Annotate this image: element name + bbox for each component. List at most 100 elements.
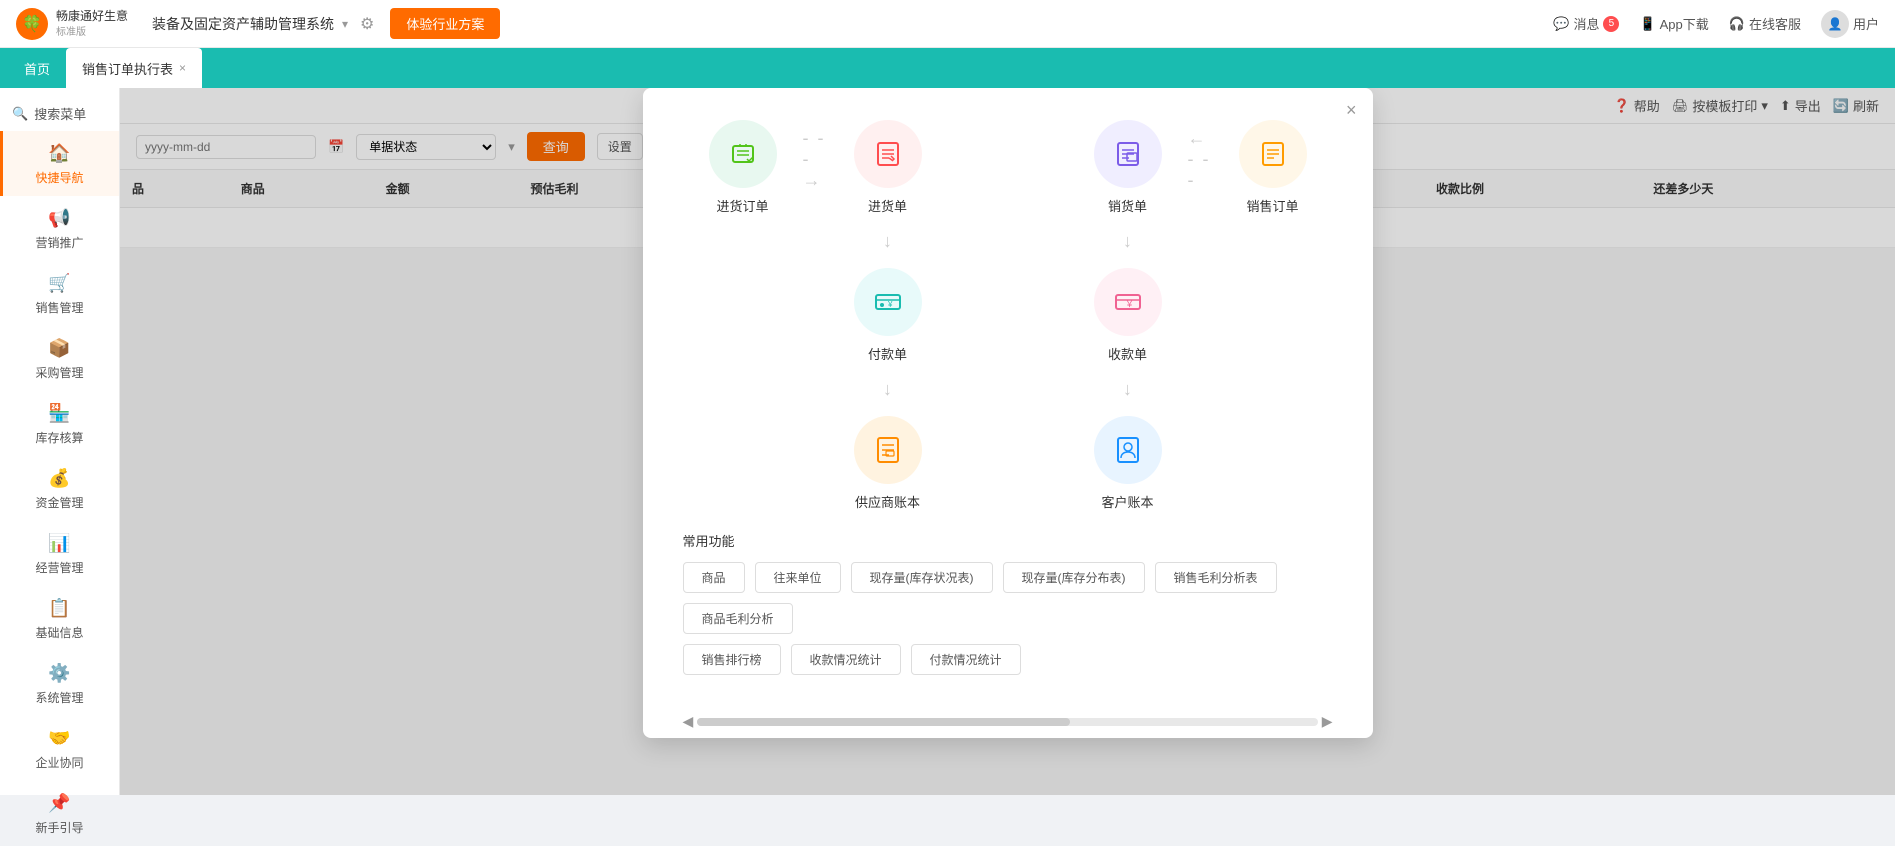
quick-nav-icon: 🏠 <box>48 141 72 165</box>
corp-icon: 🤝 <box>48 726 72 750</box>
common-btn-sales-rank[interactable]: 销售排行榜 <box>683 644 781 675</box>
sidebar: 🔍 搜索菜单 🏠 快捷导航 📢 营销推广 🛒 销售管理 📦 采购管理 🏪 库存核… <box>0 88 120 795</box>
top-header: 🍀 畅康通好生意 标准版 装备及固定资产辅助管理系统 ▾ ⚙ 体验行业方案 💬 … <box>0 0 1895 48</box>
tab-bar: 首页 销售订单执行表 × <box>0 48 1895 88</box>
sidebar-label-sales: 销售管理 <box>35 299 83 316</box>
system-icon: ⚙️ <box>48 661 72 685</box>
arrow-1: - - - → <box>803 128 828 215</box>
gear-icon[interactable]: ⚙ <box>360 14 374 34</box>
sales-bill-label: 销货单 <box>1108 196 1147 215</box>
message-icon: 💬 <box>1553 16 1569 32</box>
marketing-icon: 📢 <box>48 206 72 230</box>
sidebar-item-basic[interactable]: 📋 基础信息 <box>0 586 119 651</box>
online-service-button[interactable]: 🎧 在线客服 <box>1729 14 1801 33</box>
customer-account-icon <box>1094 416 1162 484</box>
common-btn-payment-stats[interactable]: 付款情况统计 <box>911 644 1021 675</box>
scroll-left-icon[interactable]: ◀ <box>683 713 694 730</box>
flow-node-purchase-bill[interactable]: 进货单 <box>828 120 948 215</box>
sidebar-item-newbie[interactable]: 📌 新手引导 <box>0 781 119 846</box>
tab-home[interactable]: 首页 <box>8 48 66 88</box>
message-label: 消息 <box>1573 14 1599 33</box>
sidebar-label-system: 系统管理 <box>35 689 83 706</box>
modal-scrollbar: ◀ ▶ <box>643 705 1373 738</box>
user-area[interactable]: 👤 用户 <box>1821 10 1879 38</box>
quick-nav-modal: × 进货订单 - - - → <box>643 88 1373 738</box>
scroll-right-icon[interactable]: ▶ <box>1322 713 1333 730</box>
flow-node-supplier-account[interactable]: 供应商账本 <box>828 416 948 511</box>
down-arrow-sales: ↓ <box>1068 231 1188 252</box>
search-menu-button[interactable]: 🔍 搜索菜单 <box>0 96 119 131</box>
common-btn-sales-margin[interactable]: 销售毛利分析表 <box>1155 562 1277 593</box>
tab-close-icon[interactable]: × <box>179 61 186 75</box>
flow-node-receipt[interactable]: ￥ 收款单 <box>1068 268 1188 363</box>
flow-node-customer-account[interactable]: 客户账本 <box>1068 416 1188 511</box>
sidebar-label-newbie: 新手引导 <box>35 819 83 836</box>
flow-node-sales-bill[interactable]: 销货单 <box>1068 120 1188 215</box>
content-area: ❓ 帮助 🖨 按模板打印 ▾ ⬆ 导出 🔄 刷新 📅 单据状态 <box>120 88 1895 795</box>
search-icon: 🔍 <box>12 106 28 122</box>
tab-home-label: 首页 <box>24 59 50 78</box>
common-buttons-row-1: 商品 往来单位 现存量(库存状况表) 现存量(库存分布表) 销售毛利分析表 商品… <box>683 562 1333 634</box>
down-arrows-row-2: ↓ ↓ <box>683 379 1333 400</box>
avatar: 👤 <box>1821 10 1849 38</box>
service-icon: 🎧 <box>1729 16 1745 32</box>
common-btn-product-margin[interactable]: 商品毛利分析 <box>683 603 793 634</box>
receipt-icon: ￥ <box>1094 268 1162 336</box>
common-btn-stock-status[interactable]: 现存量(库存状况表) <box>851 562 993 593</box>
payment-label: 付款单 <box>868 344 907 363</box>
common-btn-stock-dist[interactable]: 现存量(库存分布表) <box>1003 562 1145 593</box>
flow-node-payment[interactable]: ¥ 付款单 <box>828 268 948 363</box>
app-icon: 📱 <box>1639 16 1655 32</box>
sidebar-item-marketing[interactable]: 📢 营销推广 <box>0 196 119 261</box>
sidebar-item-operations[interactable]: 📊 经营管理 <box>0 521 119 586</box>
sales-bill-icon <box>1094 120 1162 188</box>
sidebar-label-operations: 经营管理 <box>35 559 83 576</box>
flow-node-purchase-order[interactable]: 进货订单 <box>683 120 803 215</box>
logo-icon: 🍀 <box>16 8 48 40</box>
purchase-bill-label: 进货单 <box>868 196 907 215</box>
scrollbar-thumb <box>697 718 1069 726</box>
sidebar-item-inventory[interactable]: 🏪 库存核算 <box>0 391 119 456</box>
common-btn-receipt-stats[interactable]: 收款情况统计 <box>791 644 901 675</box>
down-arrow-payment: ↓ <box>828 379 948 400</box>
app-download-button[interactable]: 📱 App下载 <box>1639 14 1708 33</box>
system-name: 装备及固定资产辅助管理系统 <box>152 14 334 34</box>
sidebar-item-corp[interactable]: 🤝 企业协同 <box>0 716 119 781</box>
sales-order-icon <box>1239 120 1307 188</box>
common-btn-product[interactable]: 商品 <box>683 562 745 593</box>
message-button[interactable]: 💬 消息 5 <box>1553 14 1619 33</box>
sidebar-label-purchase: 采购管理 <box>35 364 83 381</box>
purchase-order-icon <box>709 120 777 188</box>
basic-icon: 📋 <box>48 596 72 620</box>
sidebar-item-purchase[interactable]: 📦 采购管理 <box>0 326 119 391</box>
sidebar-item-system[interactable]: ⚙️ 系统管理 <box>0 651 119 716</box>
sidebar-label-marketing: 营销推广 <box>35 234 83 251</box>
trial-button[interactable]: 体验行业方案 <box>390 8 500 39</box>
app-download-label: App下载 <box>1660 14 1709 33</box>
tab-sales-order-execution[interactable]: 销售订单执行表 × <box>66 48 202 88</box>
user-name: 用户 <box>1853 14 1879 33</box>
sidebar-item-quick-nav[interactable]: 🏠 快捷导航 <box>0 131 119 196</box>
customer-account-label: 客户账本 <box>1101 492 1153 511</box>
common-section: 常用功能 商品 往来单位 现存量(库存状况表) 现存量(库存分布表) 销售毛利分… <box>643 531 1373 705</box>
main-layout: 🔍 搜索菜单 🏠 快捷导航 📢 营销推广 🛒 销售管理 📦 采购管理 🏪 库存核… <box>0 88 1895 795</box>
common-buttons-row-2: 销售排行榜 收款情况统计 付款情况统计 <box>683 644 1333 675</box>
operations-icon: 📊 <box>48 531 72 555</box>
svg-text:￥: ￥ <box>1125 299 1134 309</box>
sidebar-item-finance[interactable]: 💰 资金管理 <box>0 456 119 521</box>
scrollbar-track[interactable] <box>697 718 1317 726</box>
modal-close-button[interactable]: × <box>1346 100 1357 121</box>
common-btn-contacts[interactable]: 往来单位 <box>755 562 841 593</box>
logo-area: 🍀 畅康通好生意 标准版 <box>16 8 136 40</box>
sidebar-item-sales[interactable]: 🛒 销售管理 <box>0 261 119 326</box>
common-section-title: 常用功能 <box>683 531 1333 550</box>
flow-node-sales-order[interactable]: 销售订单 <box>1213 120 1333 215</box>
flow-row-2: ¥ 付款单 ￥ 收款单 <box>683 268 1333 363</box>
payment-icon: ¥ <box>854 268 922 336</box>
sales-order-label: 销售订单 <box>1246 196 1298 215</box>
system-dropdown-icon[interactable]: ▾ <box>342 17 348 31</box>
arrow-2: ← - - - <box>1188 128 1213 215</box>
flow-row-3: 供应商账本 客户账本 <box>683 416 1333 511</box>
down-arrows-row-1: ↓ ↓ <box>683 231 1333 252</box>
search-menu-label: 搜索菜单 <box>34 104 86 123</box>
